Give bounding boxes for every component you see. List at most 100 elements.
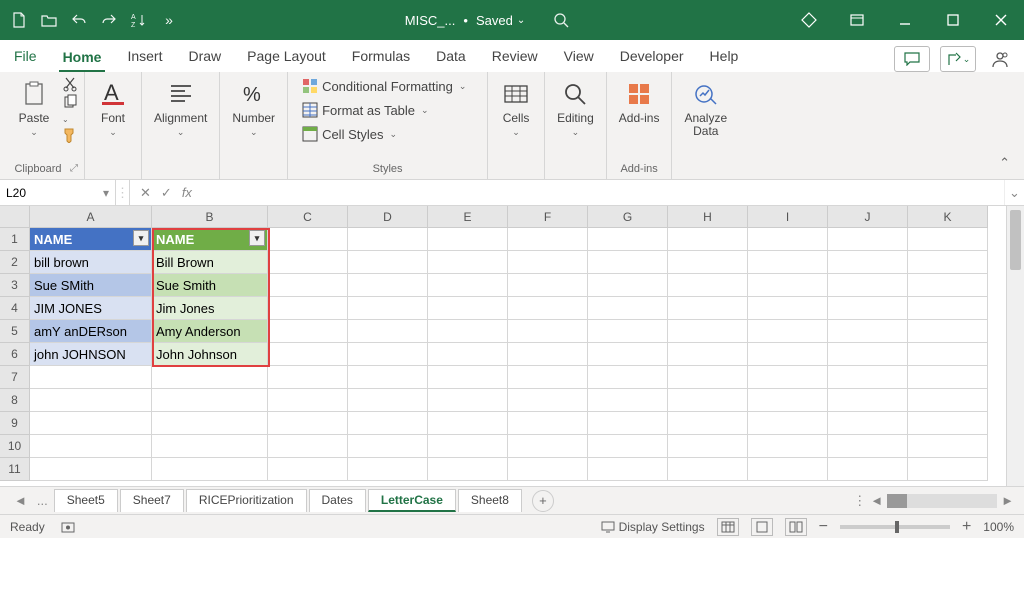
- cell[interactable]: [348, 412, 428, 435]
- cell[interactable]: [668, 274, 748, 297]
- undo-icon[interactable]: [68, 9, 90, 31]
- zoom-out-icon[interactable]: −: [819, 518, 828, 536]
- cell[interactable]: [828, 228, 908, 251]
- sheet-tab[interactable]: RICEPrioritization: [186, 489, 307, 512]
- tab-file[interactable]: File: [10, 42, 41, 72]
- cell[interactable]: [828, 274, 908, 297]
- cell[interactable]: [908, 458, 988, 481]
- cell[interactable]: [908, 274, 988, 297]
- cell[interactable]: [908, 435, 988, 458]
- format-painter-icon[interactable]: [62, 127, 78, 143]
- vertical-scrollbar[interactable]: [1006, 206, 1024, 486]
- cell[interactable]: [508, 274, 588, 297]
- cell[interactable]: [908, 343, 988, 366]
- normal-view-icon[interactable]: [717, 518, 739, 536]
- cell[interactable]: amY anDERson: [30, 320, 152, 343]
- formula-input[interactable]: [202, 180, 1004, 205]
- cell[interactable]: [428, 389, 508, 412]
- cell[interactable]: [908, 251, 988, 274]
- cell[interactable]: [508, 412, 588, 435]
- cell[interactable]: [748, 366, 828, 389]
- cell[interactable]: [348, 366, 428, 389]
- name-box-dropdown-icon[interactable]: ▾: [103, 186, 109, 200]
- cell[interactable]: [508, 343, 588, 366]
- cell[interactable]: [748, 435, 828, 458]
- cell[interactable]: [908, 297, 988, 320]
- column-header[interactable]: J: [828, 206, 908, 228]
- number-button[interactable]: % Number ⌄: [226, 76, 281, 140]
- cell[interactable]: [828, 435, 908, 458]
- tab-developer[interactable]: Developer: [616, 42, 688, 72]
- cell[interactable]: [428, 458, 508, 481]
- tab-draw[interactable]: Draw: [184, 42, 225, 72]
- cell[interactable]: [30, 458, 152, 481]
- row-header[interactable]: 4: [0, 297, 30, 320]
- column-header[interactable]: B: [152, 206, 268, 228]
- cell[interactable]: [428, 412, 508, 435]
- column-header[interactable]: H: [668, 206, 748, 228]
- accept-formula-icon[interactable]: ✓: [161, 185, 172, 201]
- cell[interactable]: [668, 435, 748, 458]
- name-box-resize[interactable]: ⋮: [116, 180, 130, 205]
- cell[interactable]: Bill Brown: [152, 251, 268, 274]
- collapse-ribbon-icon[interactable]: ⌃: [985, 147, 1024, 179]
- search-icon[interactable]: [553, 12, 569, 28]
- cell[interactable]: [908, 228, 988, 251]
- cell[interactable]: [668, 251, 748, 274]
- expand-formula-bar-icon[interactable]: ⌄: [1004, 180, 1024, 205]
- cell[interactable]: [30, 435, 152, 458]
- cell[interactable]: [828, 320, 908, 343]
- select-all-corner[interactable]: [0, 206, 30, 228]
- cell[interactable]: [428, 320, 508, 343]
- cell[interactable]: [152, 458, 268, 481]
- cell[interactable]: [508, 366, 588, 389]
- tab-home[interactable]: Home: [59, 43, 106, 72]
- diamond-icon[interactable]: [794, 5, 824, 35]
- column-header[interactable]: I: [748, 206, 828, 228]
- addins-button[interactable]: Add-ins: [613, 76, 666, 127]
- cell[interactable]: [748, 343, 828, 366]
- sheet-ellipsis[interactable]: ...: [33, 493, 52, 508]
- cell[interactable]: [748, 320, 828, 343]
- cell[interactable]: bill brown: [30, 251, 152, 274]
- cell[interactable]: [748, 297, 828, 320]
- minimize-icon[interactable]: [890, 5, 920, 35]
- cell[interactable]: [588, 343, 668, 366]
- cell[interactable]: [668, 343, 748, 366]
- tab-review[interactable]: Review: [488, 42, 542, 72]
- cell[interactable]: Sue Smith: [152, 274, 268, 297]
- row-header[interactable]: 3: [0, 274, 30, 297]
- column-header[interactable]: A: [30, 206, 152, 228]
- cell[interactable]: [268, 458, 348, 481]
- cell[interactable]: [348, 228, 428, 251]
- tab-insert[interactable]: Insert: [123, 42, 166, 72]
- cell[interactable]: [348, 389, 428, 412]
- fx-icon[interactable]: fx: [182, 185, 192, 200]
- cell[interactable]: [268, 343, 348, 366]
- cell[interactable]: [508, 297, 588, 320]
- cell[interactable]: [30, 366, 152, 389]
- row-header[interactable]: 8: [0, 389, 30, 412]
- cell[interactable]: [588, 320, 668, 343]
- cell[interactable]: [30, 412, 152, 435]
- cell[interactable]: [668, 366, 748, 389]
- tab-data[interactable]: Data: [432, 42, 470, 72]
- cell[interactable]: Amy Anderson: [152, 320, 268, 343]
- cell[interactable]: [748, 274, 828, 297]
- share-button[interactable]: ⌄: [940, 46, 976, 72]
- cell[interactable]: [30, 389, 152, 412]
- column-header[interactable]: E: [428, 206, 508, 228]
- cell[interactable]: [428, 435, 508, 458]
- cell[interactable]: [828, 458, 908, 481]
- cell[interactable]: [588, 251, 668, 274]
- cell[interactable]: [668, 458, 748, 481]
- account-icon[interactable]: [986, 49, 1014, 69]
- cell[interactable]: [508, 320, 588, 343]
- cell[interactable]: [152, 366, 268, 389]
- editing-button[interactable]: Editing ⌄: [551, 76, 600, 140]
- redo-icon[interactable]: [98, 9, 120, 31]
- cell[interactable]: [828, 412, 908, 435]
- cell[interactable]: [152, 435, 268, 458]
- column-header[interactable]: G: [588, 206, 668, 228]
- cell[interactable]: [268, 251, 348, 274]
